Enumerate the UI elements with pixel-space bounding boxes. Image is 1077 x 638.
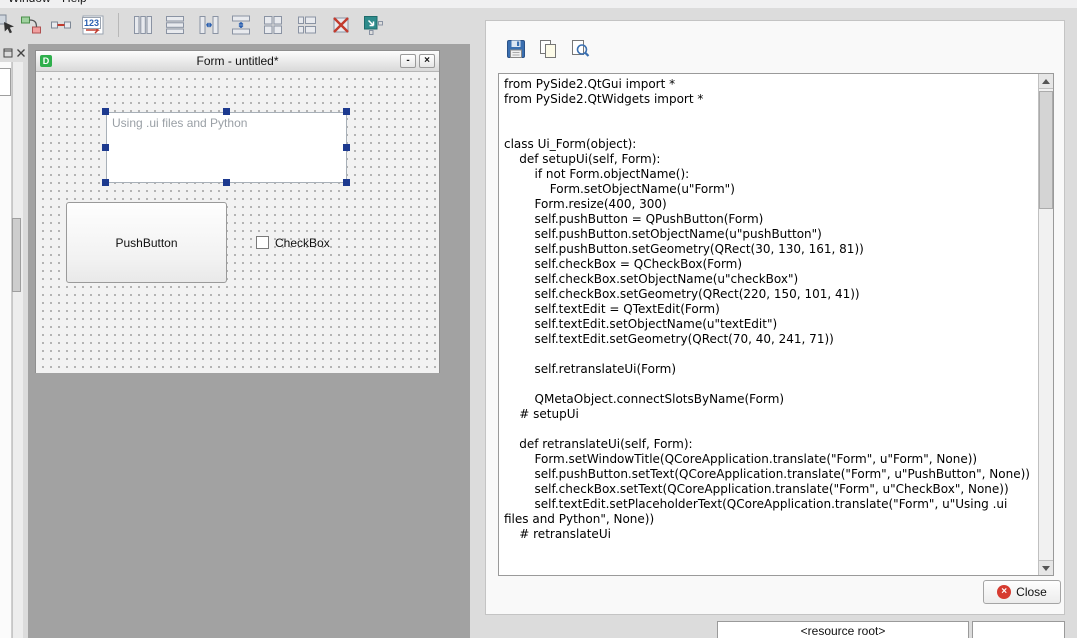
lay-out-horizontally-tool-button[interactable]: [162, 12, 188, 38]
save-code-button[interactable]: [504, 37, 528, 61]
selection-handle[interactable]: [223, 179, 230, 186]
edit-widgets-icon: [0, 14, 18, 36]
adjust-size-tool-button[interactable]: [360, 12, 386, 38]
dock-float-icon: [3, 48, 13, 58]
selection-handle[interactable]: [102, 108, 109, 115]
textedit-placeholder: Using .ui files and Python: [107, 113, 346, 133]
close-button-label: Close: [1016, 585, 1047, 599]
form-minimize-button[interactable]: -: [400, 54, 416, 68]
checkbox-label: CheckBox: [275, 236, 330, 250]
menubar: Window Help: [0, 0, 1077, 8]
widget-box-scrollbar[interactable]: [12, 62, 23, 638]
textedit-widget[interactable]: Using .ui files and Python: [106, 112, 347, 183]
designer-main-window: Window Help: [0, 0, 1077, 638]
edit-signals-slots-tool-button[interactable]: [18, 12, 44, 38]
copy-icon: [537, 38, 559, 60]
adjust-size-icon: [362, 14, 384, 36]
code-text: from PySide2.QtGui import * from PySide2…: [499, 74, 1037, 545]
dock-float-button[interactable]: [2, 47, 14, 59]
break-layout-icon: [330, 14, 352, 36]
widget-box-panel-edge: [0, 62, 12, 638]
selection-handle[interactable]: [223, 108, 230, 115]
dock-close-icon: [16, 48, 26, 58]
save-icon: [505, 38, 527, 60]
form-titlebar[interactable]: D Form - untitled* - ×: [36, 51, 439, 72]
dock-close-button[interactable]: [15, 47, 27, 59]
resource-root-label: <resource root>: [801, 624, 886, 638]
lay-out-in-grid-tool-button[interactable]: [260, 12, 286, 38]
form-window-icon: D: [40, 55, 52, 67]
lay-out-splitter-vertical-tool-button[interactable]: [228, 12, 254, 38]
lay-out-in-form-layout-tool-button[interactable]: [294, 12, 320, 38]
resource-root-panel[interactable]: <resource root>: [717, 621, 969, 638]
scroll-down-button[interactable]: [1039, 560, 1053, 575]
tab-order-number-label: 123: [82, 17, 101, 29]
arrow-down-icon: [1042, 566, 1050, 571]
scroll-up-button[interactable]: [1039, 74, 1053, 89]
layout-grid-icon: [262, 14, 284, 36]
copy-code-button[interactable]: [536, 37, 560, 61]
checkbox-indicator[interactable]: [256, 236, 269, 249]
find-icon: [569, 38, 591, 60]
edit-buddies-tool-button[interactable]: [48, 12, 74, 38]
layout-splitter-horizontal-icon: [198, 14, 220, 36]
code-view[interactable]: from PySide2.QtGui import * from PySide2…: [498, 73, 1054, 576]
form-canvas[interactable]: Using .ui files and Python PushButton Ch…: [36, 72, 439, 373]
selection-handle[interactable]: [102, 144, 109, 151]
edit-signals-slots-icon: [20, 14, 42, 36]
layout-horizontal-icon: [164, 14, 186, 36]
checkbox-widget[interactable]: CheckBox: [256, 222, 357, 263]
code-scrollbar[interactable]: [1038, 74, 1053, 575]
edit-widgets-tool-button[interactable]: [0, 12, 20, 38]
menu-window[interactable]: Window: [8, 0, 51, 5]
form-close-button[interactable]: ×: [419, 54, 435, 68]
selection-handle[interactable]: [343, 179, 350, 186]
layout-form-icon: [296, 14, 318, 36]
lay-out-splitter-horizontal-tool-button[interactable]: [196, 12, 222, 38]
edit-tab-order-tool-button[interactable]: 123: [80, 12, 106, 38]
code-preview-dialog: from PySide2.QtGui import * from PySide2…: [485, 20, 1065, 615]
close-button[interactable]: × Close: [983, 580, 1061, 604]
mdi-area: D Form - untitled* - × Using .ui files a…: [28, 44, 470, 638]
close-red-icon: ×: [997, 585, 1011, 599]
widget-filter-box-edge[interactable]: [0, 68, 11, 96]
selection-handle[interactable]: [102, 179, 109, 186]
widget-box-scrollbar-thumb[interactable]: [12, 218, 21, 292]
scroll-thumb[interactable]: [1039, 91, 1053, 209]
resource-panel-fragment[interactable]: [972, 621, 1065, 638]
layout-vertical-icon: [132, 14, 154, 36]
selection-handle[interactable]: [343, 108, 350, 115]
layout-splitter-vertical-icon: [230, 14, 252, 36]
lay-out-vertically-tool-button[interactable]: [130, 12, 156, 38]
break-layout-tool-button[interactable]: [328, 12, 354, 38]
form-window-title: Form - untitled*: [36, 54, 439, 68]
toolbar-separator: [118, 13, 119, 37]
edit-buddies-icon: [50, 14, 72, 36]
menu-help[interactable]: Help: [62, 0, 87, 5]
form-window: D Form - untitled* - × Using .ui files a…: [35, 50, 440, 373]
arrow-up-icon: [1042, 79, 1050, 84]
pushbutton-widget[interactable]: PushButton: [66, 202, 227, 283]
find-in-code-button[interactable]: [568, 37, 592, 61]
selection-handle[interactable]: [343, 144, 350, 151]
